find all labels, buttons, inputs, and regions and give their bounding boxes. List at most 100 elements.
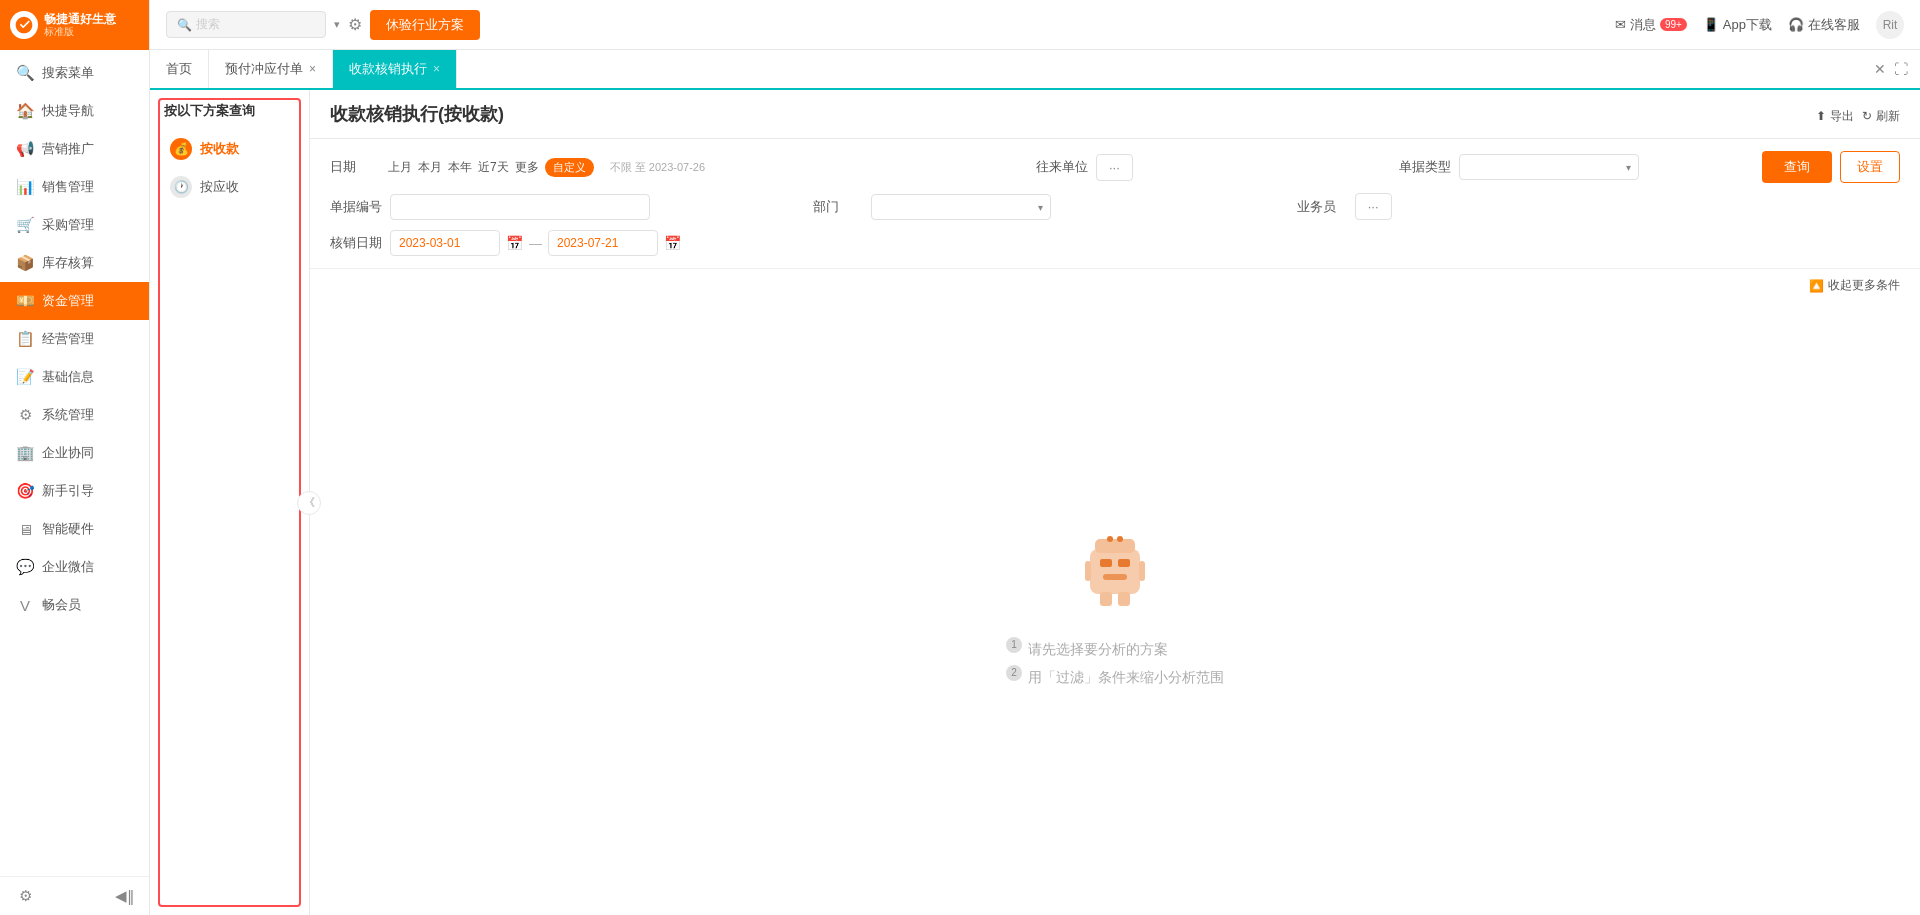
purchase-icon: 🛒 <box>16 216 34 234</box>
search-box[interactable]: 🔍 搜索 <box>166 11 326 38</box>
sidebar-item-system[interactable]: ⚙系统管理 <box>0 396 149 434</box>
inventory-icon: 📦 <box>16 254 34 272</box>
topbar-settings-icon[interactable]: ⚙ <box>348 15 362 34</box>
salesman-picker-btn[interactable]: ··· <box>1355 193 1392 220</box>
topbar: 🔍 搜索 ▾ ⚙ 休验行业方案 ✉ 消息 99+ 📱 App下载 🎧 在线客服 … <box>150 0 1920 50</box>
svg-point-5 <box>1107 536 1113 542</box>
svg-rect-7 <box>1085 561 1091 581</box>
doc-type-select[interactable] <box>1459 154 1639 180</box>
counterparty-field: 往来单位 ··· <box>1036 154 1379 181</box>
verify-date-end-cal-icon[interactable]: 📅 <box>664 235 681 251</box>
tab-collection-close[interactable]: × <box>433 62 440 76</box>
by-collection-icon: 💰 <box>170 138 192 160</box>
wechat-icon: 💬 <box>16 558 34 576</box>
export-icon: ⬆ <box>1816 109 1826 123</box>
export-btn[interactable]: ⬆ 导出 <box>1816 108 1854 125</box>
sidebar-nav: 🔍搜索菜单🏠快捷导航📢营销推广📊销售管理🛒采购管理📦库存核算💴资金管理📋经营管理… <box>0 50 149 876</box>
bottom-settings-icon[interactable]: ⚙ <box>16 887 34 905</box>
svg-rect-3 <box>1103 574 1127 580</box>
main-area: 🔍 搜索 ▾ ⚙ 休验行业方案 ✉ 消息 99+ 📱 App下载 🎧 在线客服 … <box>150 0 1920 915</box>
form-row-2: 单据编号 部门 业务员 ··· <box>330 193 1900 220</box>
sidebar-item-hardware[interactable]: 🖥智能硬件 <box>0 510 149 548</box>
filter-option-by-collection[interactable]: 💰 按收款 <box>150 130 309 168</box>
action-buttons: 查询 设置 <box>1762 151 1900 183</box>
tab-close-btn[interactable]: ✕ <box>1874 61 1886 77</box>
verify-date-end-input[interactable] <box>548 230 658 256</box>
counterparty-label: 往来单位 <box>1036 158 1088 176</box>
doc-number-label: 单据编号 <box>330 198 382 216</box>
salesman-label: 业务员 <box>1297 198 1347 216</box>
doc-type-select-wrapper <box>1459 154 1639 180</box>
verify-date-group: 📅 — 📅 <box>390 230 681 256</box>
sidebar-item-search-menu[interactable]: 🔍搜索菜单 <box>0 54 149 92</box>
date-field: 日期 上月 本月 本年 近7天 更多 自定义 不限 至 2023-07-26 <box>330 158 1016 177</box>
collapse-up-icon: 🔼 <box>1809 279 1824 293</box>
collapse-sidebar-icon[interactable]: ◀‖ <box>115 887 133 905</box>
sidebar-item-purchase[interactable]: 🛒采购管理 <box>0 206 149 244</box>
search-dropdown-icon[interactable]: ▾ <box>334 18 340 31</box>
logo-icon <box>10 11 38 39</box>
form-row-1: 日期 上月 本月 本年 近7天 更多 自定义 不限 至 2023-07-26 <box>330 151 1900 183</box>
sidebar-item-enterprise[interactable]: 🏢企业协同 <box>0 434 149 472</box>
refresh-btn[interactable]: ↻ 刷新 <box>1862 108 1900 125</box>
sidebar-item-marketing[interactable]: 📢营销推广 <box>0 130 149 168</box>
app-icon: 📱 <box>1703 17 1719 32</box>
verify-date-start-input[interactable] <box>390 230 500 256</box>
svg-rect-1 <box>1100 559 1112 567</box>
online-service-item[interactable]: 🎧 在线客服 <box>1788 16 1860 34</box>
svg-rect-9 <box>1100 592 1112 606</box>
date-custom-tag[interactable]: 自定义 <box>545 158 594 177</box>
industry-solution-btn[interactable]: 休验行业方案 <box>370 10 480 40</box>
svg-point-6 <box>1117 536 1123 542</box>
counterparty-picker-btn[interactable]: ··· <box>1096 154 1133 181</box>
filter-panel-border <box>158 98 301 907</box>
form-row-3: 核销日期 📅 — 📅 <box>330 230 1900 256</box>
sidebar-item-operation[interactable]: 📋经营管理 <box>0 320 149 358</box>
collapse-conditions-btn[interactable]: 🔼 收起更多条件 <box>1809 277 1900 294</box>
form-settings-btn[interactable]: 设置 <box>1840 151 1900 183</box>
filter-option-by-receivable[interactable]: 🕐 按应收 <box>150 168 309 206</box>
date-last-month[interactable]: 上月 <box>388 159 412 176</box>
marketing-icon: 📢 <box>16 140 34 158</box>
svg-rect-4 <box>1095 539 1135 553</box>
sidebar-item-inventory[interactable]: 📦库存核算 <box>0 244 149 282</box>
sidebar-item-quick-nav[interactable]: 🏠快捷导航 <box>0 92 149 130</box>
query-btn[interactable]: 查询 <box>1762 151 1832 183</box>
filter-collapse-btn[interactable]: 《 <box>297 491 321 515</box>
date-range-info: 不限 至 2023-07-26 <box>610 160 705 175</box>
tab-prepay-close[interactable]: × <box>309 62 316 76</box>
sidebar-item-basic-info[interactable]: 📝基础信息 <box>0 358 149 396</box>
sidebar-item-finance[interactable]: 💴资金管理 <box>0 282 149 320</box>
doc-type-label: 单据类型 <box>1399 158 1451 176</box>
date-more[interactable]: 更多 <box>515 159 539 176</box>
sidebar-item-guide[interactable]: 🎯新手引导 <box>0 472 149 510</box>
verify-date-field: 核销日期 📅 — 📅 <box>330 230 1900 256</box>
verify-date-dash: — <box>529 236 542 251</box>
member-icon: V <box>16 597 34 614</box>
verify-date-start-cal-icon[interactable]: 📅 <box>506 235 523 251</box>
user-avatar[interactable]: Rit <box>1876 11 1904 39</box>
collapse-conditions-bar: 🔼 收起更多条件 <box>310 269 1920 294</box>
sales-icon: 📊 <box>16 178 34 196</box>
doc-number-input[interactable] <box>390 194 650 220</box>
sidebar-item-sales[interactable]: 📊销售管理 <box>0 168 149 206</box>
refresh-icon: ↻ <box>1862 109 1872 123</box>
date-7days[interactable]: 近7天 <box>478 159 509 176</box>
tab-prepay[interactable]: 预付冲应付单 × <box>209 50 333 88</box>
tab-collection[interactable]: 收款核销执行 × <box>333 50 457 88</box>
svg-rect-8 <box>1139 561 1145 581</box>
service-icon: 🎧 <box>1788 17 1804 32</box>
sidebar-item-wechat[interactable]: 💬企业微信 <box>0 548 149 586</box>
doc-number-field: 单据编号 <box>330 194 793 220</box>
department-select[interactable] <box>871 194 1051 220</box>
tab-home[interactable]: 首页 <box>150 50 209 88</box>
tab-maximize-btn[interactable]: ⛶ <box>1894 61 1908 77</box>
date-this-year[interactable]: 本年 <box>448 159 472 176</box>
content-area: 按以下方案查询 💰 按收款 🕐 按应收 《 收款核销执行(按收款) ⬆ <box>150 90 1920 915</box>
messages-item[interactable]: ✉ 消息 99+ <box>1615 16 1687 34</box>
app-download-item[interactable]: 📱 App下载 <box>1703 16 1772 34</box>
date-this-month[interactable]: 本月 <box>418 159 442 176</box>
search-menu-icon: 🔍 <box>16 64 34 82</box>
sidebar-item-member[interactable]: V畅会员 <box>0 586 149 624</box>
quick-nav-icon: 🏠 <box>16 102 34 120</box>
